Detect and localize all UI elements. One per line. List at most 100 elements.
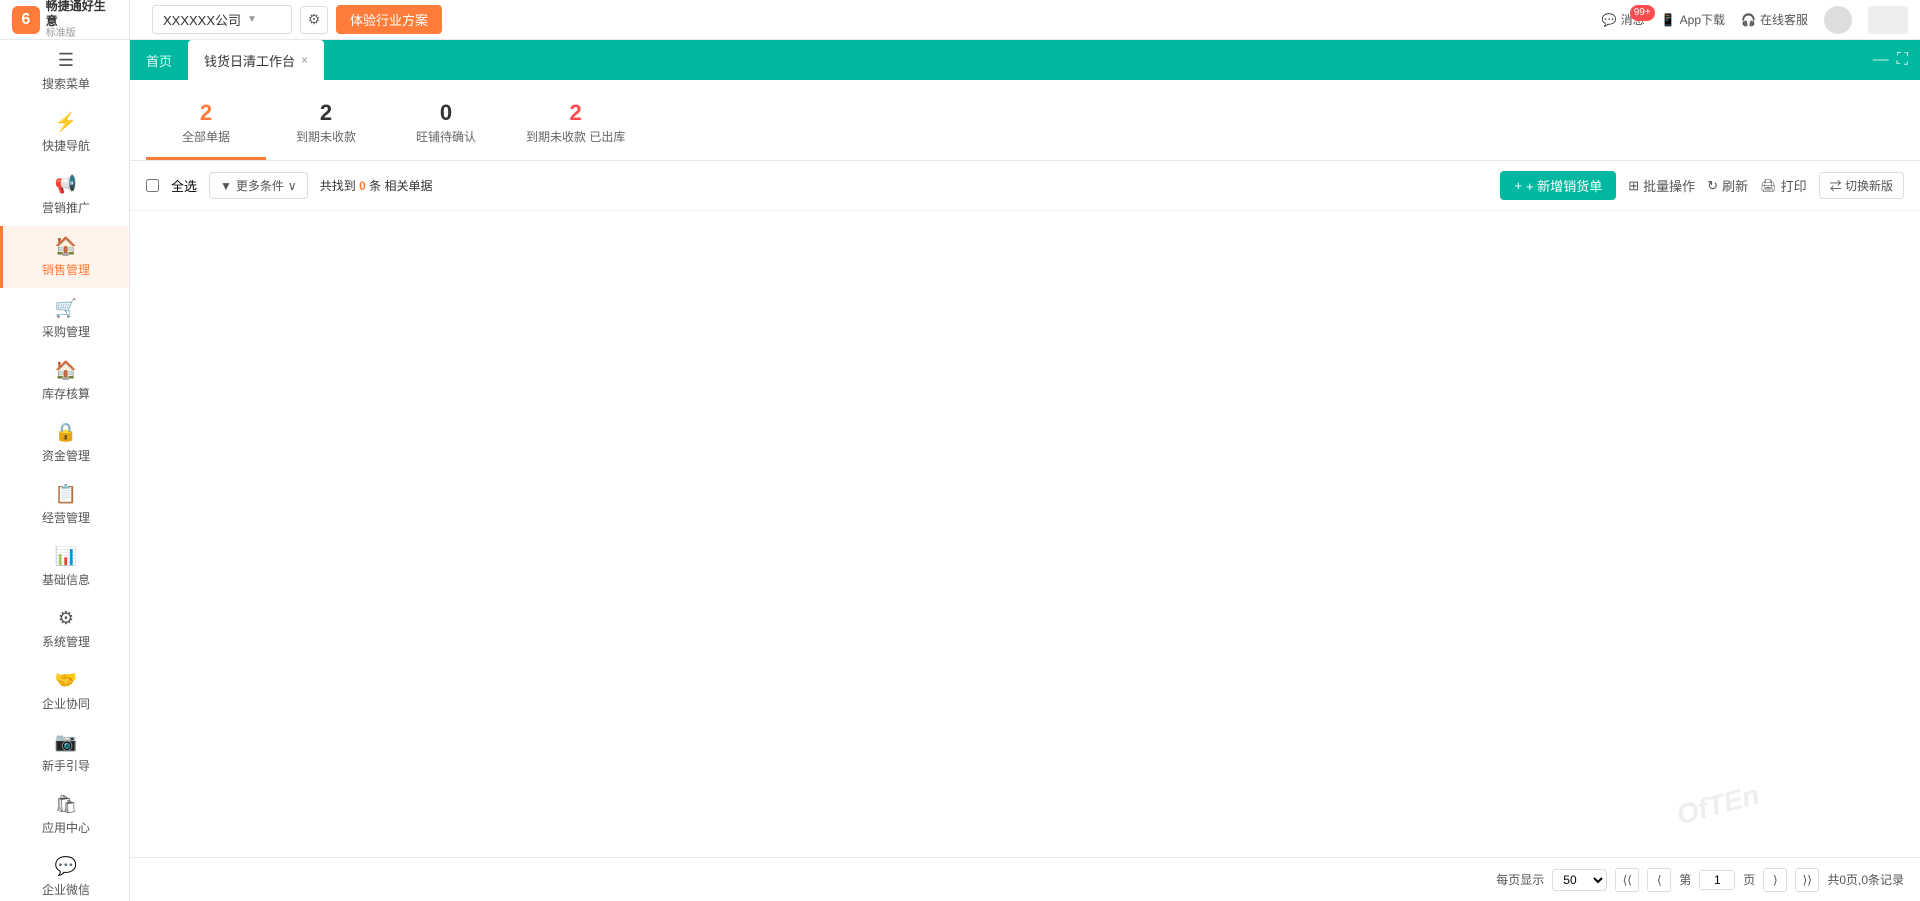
next-page-button[interactable]: ⟩ — [1763, 868, 1787, 892]
print-label: 打印 — [1781, 176, 1807, 195]
sidebar-item-guide[interactable]: 📷 新手引导 — [0, 722, 129, 784]
stat-count-0: 2 — [166, 100, 246, 126]
finance-icon: 🔒 — [55, 422, 77, 443]
tab-close-button[interactable]: × — [301, 53, 308, 67]
first-page-button[interactable]: ⟨⟨ — [1615, 868, 1639, 892]
sidebar-item-sales[interactable]: 🏠 销售管理 — [0, 226, 129, 288]
page-number-input[interactable]: 1 — [1699, 870, 1735, 890]
add-label: + 新增销货单 — [1526, 176, 1602, 195]
print-button[interactable]: 🖨 打印 — [1760, 176, 1807, 195]
add-order-button[interactable]: + + 新增销货单 — [1500, 171, 1616, 200]
search-menu-label: 搜索菜单 — [42, 75, 90, 92]
tab-bar: 首页 钱货日清工作台 × — ⛶ — [130, 40, 1920, 80]
sidebar-item-finance[interactable]: 🔒 资金管理 — [0, 412, 129, 474]
batch-label: 批量操作 — [1643, 176, 1695, 195]
content-area: 2 全部单据 2 到期未收款 0 旺铺待确认 2 到期未收款 已出库 全选 ▼ … — [130, 80, 1920, 901]
table-area — [130, 211, 1920, 857]
app-download-icon: 📱 — [1661, 13, 1676, 27]
sidebar-item-search-menu[interactable]: ☰ 搜索菜单 — [0, 40, 129, 102]
company-dropdown-arrow: ▼ — [247, 14, 257, 25]
tab-home[interactable]: 首页 — [130, 40, 188, 80]
inventory-icon: 🏠 — [55, 360, 77, 381]
stat-tab-0[interactable]: 2 全部单据 — [146, 92, 266, 160]
select-all-label: 全选 — [171, 176, 197, 195]
purchase-icon: 🛒 — [55, 298, 77, 319]
switch-label: 切换新版 — [1845, 179, 1893, 193]
refresh-button[interactable]: ↻ 刷新 — [1707, 176, 1748, 195]
refresh-label: 刷新 — [1722, 176, 1748, 195]
inventory-label: 库存核算 — [42, 385, 90, 402]
online-service-button[interactable]: 🎧 在线客服 — [1741, 11, 1808, 28]
logo-sub: 标准版 — [46, 28, 117, 40]
sidebar-item-basic-info[interactable]: 📊 基础信息 — [0, 536, 129, 598]
wechat-icon: 💬 — [55, 856, 77, 877]
filter-chevron: ∨ — [288, 179, 297, 193]
stat-label-1: 到期未收款 — [286, 128, 366, 145]
sidebar-item-marketing[interactable]: 📢 营销推广 — [0, 164, 129, 226]
sidebar-item-system[interactable]: ⚙ 系统管理 — [0, 598, 129, 660]
last-page-button[interactable]: ⟩⟩ — [1795, 868, 1819, 892]
page-size-select[interactable]: 50 100 200 — [1552, 869, 1607, 891]
select-all-checkbox[interactable] — [146, 179, 159, 192]
quick-nav-label: 快捷导航 — [42, 137, 90, 154]
sidebar-item-wechat[interactable]: 💬 企业微信 — [0, 846, 129, 901]
stat-tab-2[interactable]: 0 旺铺待确认 — [386, 92, 506, 160]
prev-page-button[interactable]: ⟨ — [1647, 868, 1671, 892]
stat-count-2: 0 — [406, 100, 486, 126]
stat-count-1: 2 — [286, 100, 366, 126]
page-label: 第 — [1679, 871, 1691, 888]
tab-active[interactable]: 钱货日清工作台 × — [188, 40, 324, 80]
logo-area: 6 畅捷通好生意 标准版 — [0, 0, 129, 40]
stat-label-2: 旺铺待确认 — [406, 128, 486, 145]
sidebar-item-app-center[interactable]: 🛍 应用中心 — [0, 784, 129, 846]
company-selector[interactable]: XXXXXX公司 ▼ — [152, 5, 292, 34]
sidebar-item-inventory[interactable]: 🏠 库存核算 — [0, 350, 129, 412]
sidebar-item-purchase[interactable]: 🛒 采购管理 — [0, 288, 129, 350]
service-label: 在线客服 — [1760, 11, 1808, 28]
settings-button[interactable]: ⚙ — [300, 6, 328, 34]
service-icon: 🎧 — [1741, 13, 1756, 27]
sales-icon: 🏠 — [55, 236, 77, 257]
stat-tabs: 2 全部单据 2 到期未收款 0 旺铺待确认 2 到期未收款 已出库 — [130, 80, 1920, 161]
purchase-label: 采购管理 — [42, 323, 90, 340]
basic-info-label: 基础信息 — [42, 571, 90, 588]
tab-minimize-button[interactable]: — — [1873, 51, 1889, 69]
switch-icon: ⇄ — [1830, 179, 1842, 193]
quick-nav-icon: ⚡ — [55, 112, 77, 133]
tab-maximize-button[interactable]: ⛶ — [1897, 51, 1908, 69]
guide-icon: 📷 — [55, 732, 77, 753]
system-icon: ⚙ — [58, 608, 74, 629]
app-download-label: App下载 — [1680, 11, 1725, 28]
batch-icon: ⊞ — [1628, 178, 1639, 194]
app-center-icon: 🛍 — [55, 794, 78, 815]
stat-tab-3[interactable]: 2 到期未收款 已出库 — [506, 92, 645, 160]
message-icon: 💬 — [1602, 13, 1617, 27]
basic-info-icon: 📊 — [55, 546, 77, 567]
filter-label: 更多条件 — [236, 177, 284, 194]
message-button[interactable]: 💬 消息 99+ — [1602, 11, 1645, 28]
sidebar: 6 畅捷通好生意 标准版 ☰ 搜索菜单 ⚡ 快捷导航 📢 营销推广 🏠 销售管理… — [0, 0, 130, 901]
switch-version-button[interactable]: ⇄ 切换新版 — [1819, 172, 1904, 199]
stat-label-3: 到期未收款 已出库 — [526, 128, 625, 145]
tab-bar-right: — ⛶ — [1873, 51, 1920, 69]
add-icon: + — [1514, 178, 1522, 193]
marketing-label: 营销推广 — [42, 199, 90, 216]
operations-icon: 📋 — [55, 484, 77, 505]
stat-tab-1[interactable]: 2 到期未收款 — [266, 92, 386, 160]
search-menu-icon: ☰ — [58, 50, 74, 71]
batch-action-button[interactable]: ⊞ 批量操作 — [1628, 176, 1695, 195]
app-center-label: 应用中心 — [42, 819, 90, 836]
company-name: XXXXXX公司 — [163, 10, 241, 29]
trial-button[interactable]: 体验行业方案 — [336, 5, 442, 34]
sidebar-item-quick-nav[interactable]: ⚡ 快捷导航 — [0, 102, 129, 164]
avatar[interactable] — [1824, 6, 1852, 34]
filter-icon: ▼ — [220, 179, 232, 193]
guide-label: 新手引导 — [42, 757, 90, 774]
filter-button[interactable]: ▼ 更多条件 ∨ — [209, 172, 308, 199]
wechat-label: 企业微信 — [42, 881, 90, 898]
sidebar-item-enterprise[interactable]: 🤝 企业协同 — [0, 660, 129, 722]
sales-label: 销售管理 — [42, 261, 90, 278]
sidebar-item-operations[interactable]: 📋 经营管理 — [0, 474, 129, 536]
stat-label-0: 全部单据 — [166, 128, 246, 145]
app-download-button[interactable]: 📱 App下载 — [1661, 11, 1725, 28]
